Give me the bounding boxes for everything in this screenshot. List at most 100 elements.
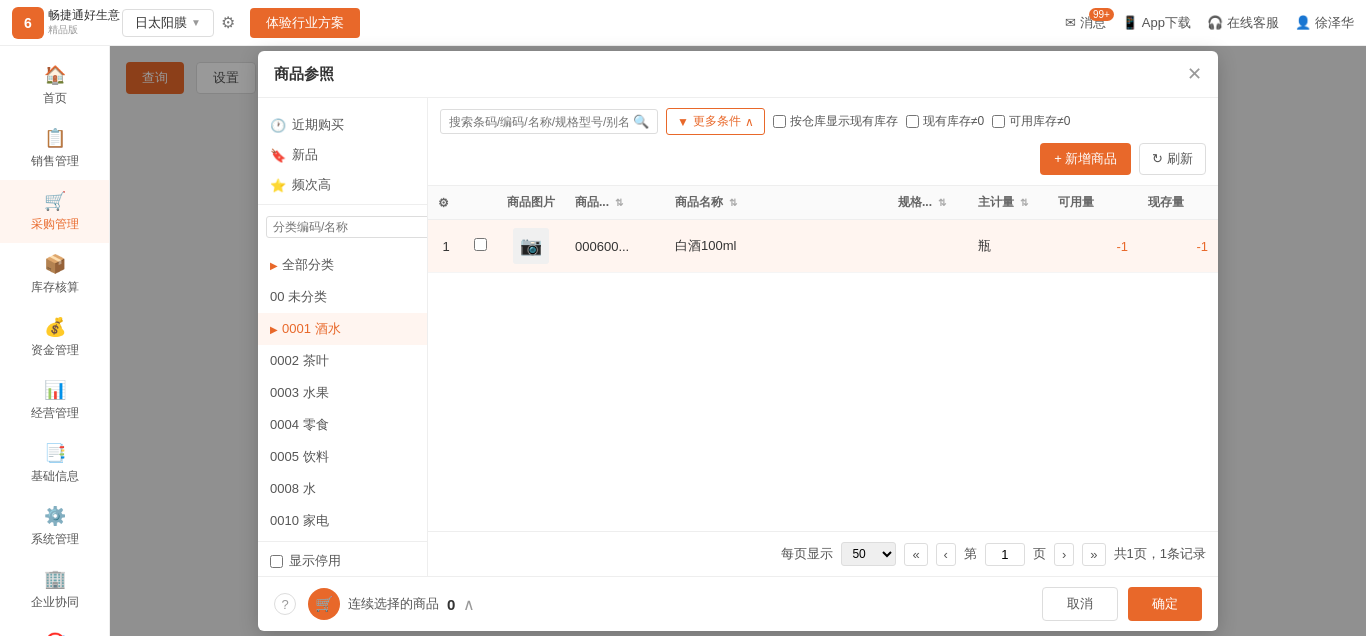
warehouse-filter-label[interactable]: 按仓库显示现有库存 — [773, 113, 898, 130]
sidebar-item-label: 首页 — [43, 90, 67, 107]
sidebar-item-guide[interactable]: 🎯 新手引导 — [0, 621, 109, 636]
page-label: 第 — [964, 545, 977, 563]
phone-icon: 📱 — [1122, 15, 1138, 30]
cart-area: 🛒 连续选择的商品 0 ∧ — [308, 588, 475, 620]
top-nav: 6 畅捷通好生意 精品版 日太阳膜 ▼ ⚙ 体验行业方案 ✉ 消息 99+ 📱 … — [0, 0, 1366, 46]
sidebar-item-finance[interactable]: 💰 资金管理 — [0, 306, 109, 369]
cat-item-0002[interactable]: 0002 茶叶 — [258, 345, 427, 377]
sidebar-item-business[interactable]: 📊 经营管理 — [0, 369, 109, 432]
col-spec-header[interactable]: 规格... ⇅ — [888, 186, 968, 220]
left-sidebar: 🏠 首页 📋 销售管理 🛒 采购管理 📦 库存核算 💰 资金管理 📊 经营管理 … — [0, 46, 110, 636]
table-row[interactable]: 1 📷 000600... 白酒100ml — [428, 220, 1218, 273]
last-page-button[interactable]: » — [1082, 543, 1105, 566]
col-avail-header: 可用量 — [1048, 186, 1138, 220]
company-icon: 🏢 — [44, 568, 66, 590]
prev-page-button[interactable]: ‹ — [936, 543, 956, 566]
sidebar-item-label: 企业协同 — [31, 594, 79, 611]
col-settings-header[interactable]: ⚙ — [428, 186, 464, 220]
sidebar-item-basic[interactable]: 📑 基础信息 — [0, 432, 109, 495]
cart-icon[interactable]: 🛒 — [308, 588, 340, 620]
show-disabled-checkbox[interactable] — [270, 555, 283, 568]
main-layout: 🏠 首页 📋 销售管理 🛒 采购管理 📦 库存核算 💰 资金管理 📊 经营管理 … — [0, 46, 1366, 636]
cat-item-0008[interactable]: 0008 水 — [258, 473, 427, 505]
add-product-button[interactable]: + 新增商品 — [1040, 143, 1131, 175]
gear-button[interactable]: ⚙ — [214, 9, 242, 37]
cat-search-area: 🔍 « — [258, 209, 427, 245]
product-table-wrap: ⚙ 商品图片 商品... ⇅ 商品名称 — [428, 186, 1218, 531]
purchase-icon: 🛒 — [44, 190, 66, 212]
sort-code-icon: ⇅ — [615, 197, 623, 208]
help-icon[interactable]: ? — [274, 593, 296, 615]
cat-recent-purchase[interactable]: 🕐 近期购买 — [258, 110, 427, 140]
collapse-cart-button[interactable]: ∧ — [463, 595, 475, 614]
usable-filter-label[interactable]: 可用库存≠0 — [992, 113, 1070, 130]
messages-btn[interactable]: ✉ 消息 99+ — [1065, 14, 1106, 32]
sidebar-item-sales[interactable]: 📋 销售管理 — [0, 117, 109, 180]
cat-arrow-icon: ▶ — [270, 260, 278, 271]
new-icon: 🔖 — [270, 148, 286, 163]
cat-frequent[interactable]: ⭐ 频次高 — [258, 170, 427, 200]
confirm-button[interactable]: 确定 — [1128, 587, 1202, 621]
cat-item-0004[interactable]: 0004 零食 — [258, 409, 427, 441]
modal-dialog: 商品参照 ✕ 🕐 近期购买 🔖 — [258, 51, 1218, 631]
cat-new-items[interactable]: 🔖 新品 — [258, 140, 427, 170]
sidebar-item-purchase[interactable]: 🛒 采购管理 — [0, 180, 109, 243]
cat-item-all[interactable]: ▶ 全部分类 — [258, 249, 427, 281]
row-checkbox-cell[interactable] — [464, 220, 497, 273]
app-download-label: App下载 — [1142, 14, 1191, 32]
usable-checkbox[interactable] — [992, 115, 1005, 128]
available-filter-label[interactable]: 现有库存≠0 — [906, 113, 984, 130]
sort-spec-icon: ⇅ — [938, 197, 946, 208]
sidebar-item-label: 采购管理 — [31, 216, 79, 233]
basic-icon: 📑 — [44, 442, 66, 464]
app-download-btn[interactable]: 📱 App下载 — [1122, 14, 1191, 32]
sidebar-item-inventory[interactable]: 📦 库存核算 — [0, 243, 109, 306]
cat-search-input[interactable] — [266, 216, 428, 238]
per-page-select[interactable]: 50 100 200 — [841, 542, 896, 566]
cat-item-0010[interactable]: 0010 家电 — [258, 505, 427, 537]
modal-header: 商品参照 ✕ — [258, 51, 1218, 98]
show-disabled-label: 显示停用 — [289, 552, 341, 570]
business-icon: 📊 — [44, 379, 66, 401]
user-menu[interactable]: 👤 徐泽华 — [1295, 14, 1354, 32]
cat-item-0001[interactable]: ▶ 0001 酒水 — [258, 313, 427, 345]
cart-count: 0 — [447, 596, 455, 613]
sidebar-item-home[interactable]: 🏠 首页 — [0, 54, 109, 117]
toolbar-right: + 新增商品 ↻ 刷新 — [1040, 143, 1206, 175]
row-spec-cell — [888, 220, 968, 273]
row-checkbox[interactable] — [474, 238, 487, 251]
star-icon: ⭐ — [270, 178, 286, 193]
logo-text: 畅捷通好生意 — [48, 8, 120, 24]
content-area: 查询 设置 刷新 商品参照 ✕ 🕐 — [110, 46, 1366, 636]
col-code-header[interactable]: 商品... ⇅ — [565, 186, 665, 220]
user-name: 徐泽华 — [1315, 14, 1354, 32]
nav-selector[interactable]: 日太阳膜 ▼ — [122, 9, 214, 37]
warehouse-checkbox[interactable] — [773, 115, 786, 128]
cancel-button[interactable]: 取消 — [1042, 587, 1118, 621]
modal-title: 商品参照 — [274, 65, 334, 84]
row-index: 1 — [428, 220, 464, 273]
cat-item-00[interactable]: 00 未分类 — [258, 281, 427, 313]
cat-item-0005[interactable]: 0005 饮料 — [258, 441, 427, 473]
available-checkbox[interactable] — [906, 115, 919, 128]
experience-button[interactable]: 体验行业方案 — [250, 8, 360, 38]
cat-item-0003[interactable]: 0003 水果 — [258, 377, 427, 409]
first-page-button[interactable]: « — [904, 543, 927, 566]
online-service-label: 在线客服 — [1227, 14, 1279, 32]
chevron-down-icon: ▼ — [191, 17, 201, 28]
col-name-header[interactable]: 商品名称 ⇅ — [665, 186, 888, 220]
logo-icon: 6 — [12, 7, 44, 39]
sidebar-item-company[interactable]: 🏢 企业协同 — [0, 558, 109, 621]
next-page-button[interactable]: › — [1054, 543, 1074, 566]
more-filter-button[interactable]: ▼ 更多条件 ∧ — [666, 108, 765, 135]
refresh-button[interactable]: ↻ 刷新 — [1139, 143, 1206, 175]
col-unit-header[interactable]: 主计量 ⇅ — [968, 186, 1048, 220]
online-service-btn[interactable]: 🎧 在线客服 — [1207, 14, 1279, 32]
modal-close-button[interactable]: ✕ — [1187, 63, 1202, 85]
sidebar-item-system[interactable]: ⚙️ 系统管理 — [0, 495, 109, 558]
sidebar-item-label: 销售管理 — [31, 153, 79, 170]
row-img-cell: 📷 — [497, 220, 565, 273]
product-search-input[interactable] — [449, 115, 629, 129]
search-icon[interactable]: 🔍 — [633, 114, 649, 129]
page-input[interactable] — [985, 543, 1025, 566]
